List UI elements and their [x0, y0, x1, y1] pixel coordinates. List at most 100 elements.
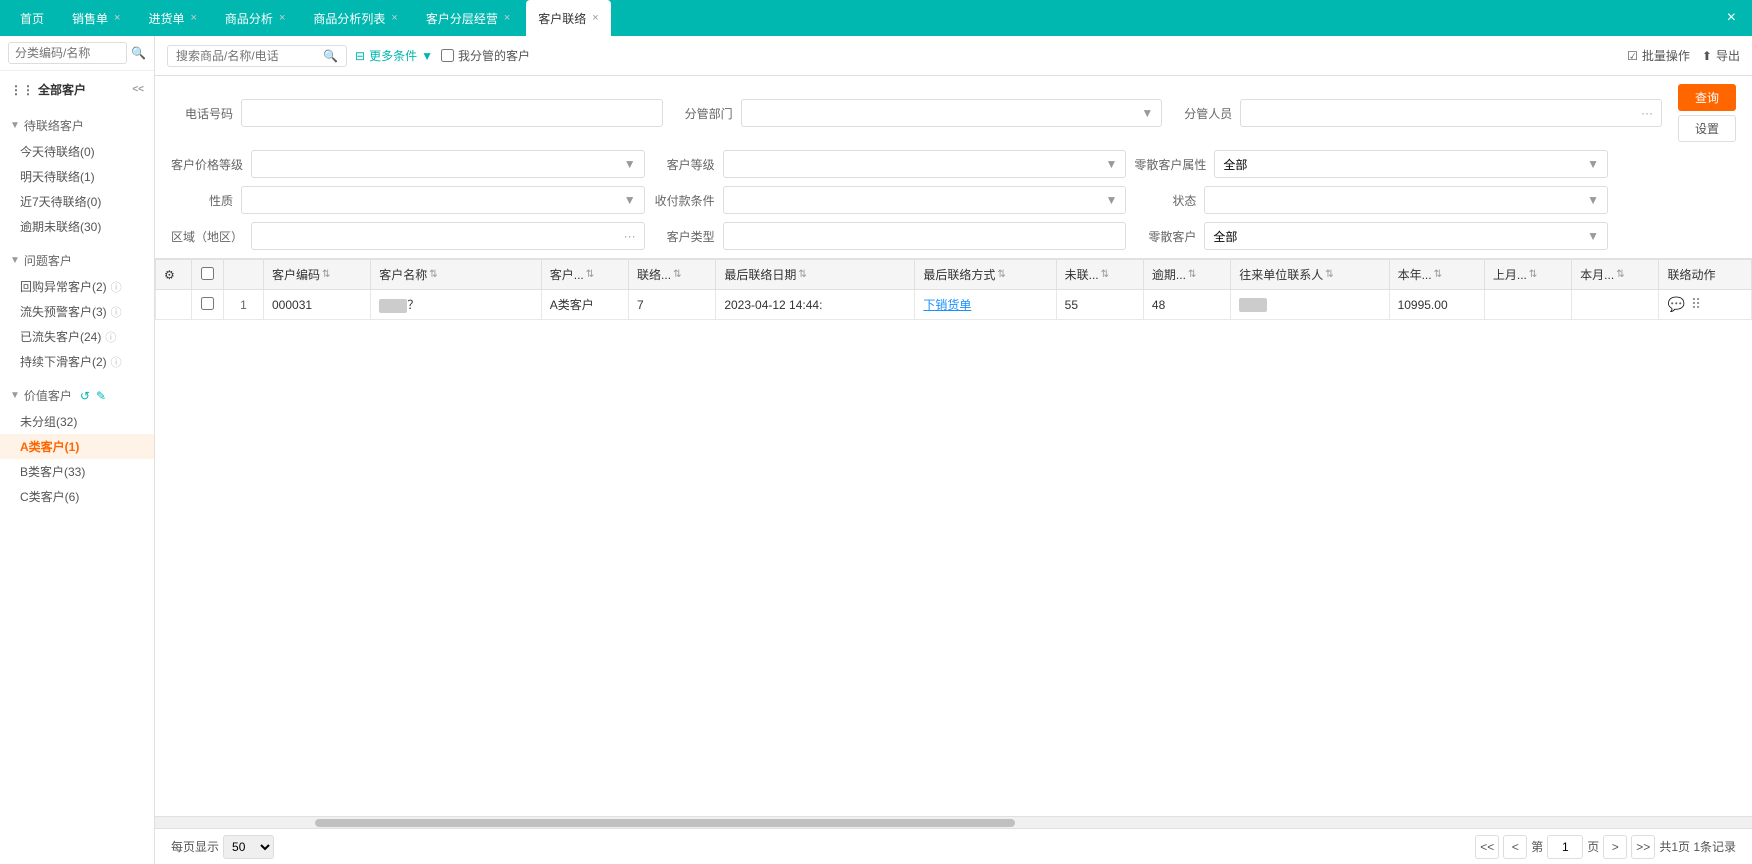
col-contact[interactable]: 联络... ⇅: [629, 260, 716, 290]
page-next-btn[interactable]: >: [1603, 835, 1627, 859]
sidebar-item-ungrouped[interactable]: 未分组(32): [0, 409, 154, 434]
tab-customer-segment[interactable]: 客户分层经营 ×: [414, 0, 522, 36]
sidebar-item-overdue[interactable]: 逾期未联络(30): [0, 214, 154, 239]
sidebar-item-week[interactable]: 近7天待联络(0): [0, 189, 154, 214]
sidebar-item-continuous-decline[interactable]: 持续下滑客户(2) ⓘ: [0, 349, 154, 374]
close-window-btn[interactable]: ×: [1719, 9, 1744, 27]
all-customers-header[interactable]: ⋮⋮ 全部客户 <<: [0, 75, 154, 104]
my-customer-checkbox-label[interactable]: 我分管的客户: [441, 47, 530, 64]
close-tab-purchase[interactable]: ×: [190, 12, 196, 24]
filter-retail-attr-select[interactable]: 全部 ▼: [1214, 150, 1608, 178]
qr-icon[interactable]: ⠿: [1691, 296, 1701, 313]
last-contact-link[interactable]: 下销货单: [923, 298, 971, 312]
tab-home[interactable]: 首页: [8, 0, 56, 36]
page-last-btn[interactable]: >>: [1631, 835, 1655, 859]
search-input[interactable]: [176, 49, 323, 63]
col-no-contact[interactable]: 未联... ⇅: [1056, 260, 1143, 290]
col-this-month[interactable]: 本月... ⇅: [1572, 260, 1659, 290]
col-this-year[interactable]: 本年... ⇅: [1389, 260, 1484, 290]
filter-btn[interactable]: ⊟ 更多条件 ▼: [355, 47, 433, 64]
sidebar-item-class-a[interactable]: A类客户(1): [0, 434, 154, 459]
page-size-select[interactable]: 50 100 200: [223, 835, 274, 859]
row-action: 💬 ⠿: [1659, 290, 1752, 320]
filter-price-select[interactable]: ▼: [251, 150, 645, 178]
sidebar-item-churned[interactable]: 已流失客户(24) ⓘ: [0, 324, 154, 349]
value-customers-label[interactable]: ▼ 价值客户 ↺ ✎: [0, 382, 154, 409]
filter-person-input[interactable]: ···: [1240, 99, 1662, 127]
col-settings[interactable]: ⚙: [156, 260, 192, 290]
sidebar-item-churn-risk[interactable]: 流失预警客户(3) ⓘ: [0, 299, 154, 324]
col-last-month[interactable]: 上月... ⇅: [1484, 260, 1571, 290]
filter-payment-select[interactable]: ▼: [723, 186, 1127, 214]
refresh-icon[interactable]: ↺: [80, 389, 90, 403]
sort-icon-name: ⇅: [429, 269, 437, 280]
filter-region-input[interactable]: ···: [251, 222, 645, 250]
filter-retail-select[interactable]: 全部 ▼: [1204, 222, 1608, 250]
col-code[interactable]: 客户编码 ⇅: [264, 260, 371, 290]
row-index: 1: [224, 290, 264, 320]
row-contact: 7: [629, 290, 716, 320]
col-checkbox[interactable]: [192, 260, 224, 290]
filter-customer-type-label: 客户类型: [653, 228, 723, 245]
sidebar-item-class-c[interactable]: C类客户(6): [0, 484, 154, 509]
tab-goods-analysis[interactable]: 商品分析 ×: [213, 0, 297, 36]
sidebar-search-icon[interactable]: 🔍: [131, 46, 146, 60]
edit-icon[interactable]: ✎: [96, 389, 106, 403]
filter-status-select[interactable]: ▼: [1204, 186, 1608, 214]
tab-purchase[interactable]: 进货单 ×: [136, 0, 208, 36]
filter-dept: 分管部门 ▼: [671, 99, 1163, 127]
filter-customer-type-input[interactable]: [723, 222, 1127, 250]
table-row: 1 000031 ？ A类客户 7 2023-04-12 14:44: 下销货单…: [156, 290, 1752, 320]
filter-customer-level-select[interactable]: ▼: [723, 150, 1127, 178]
pending-contact-label[interactable]: ▼ 待联络客户: [0, 112, 154, 139]
page-first-btn[interactable]: <<: [1475, 835, 1499, 859]
problem-customers-label[interactable]: ▼ 问题客户: [0, 247, 154, 274]
col-type[interactable]: 客户... ⇅: [541, 260, 628, 290]
my-customer-checkbox[interactable]: [441, 49, 454, 62]
horizontal-scrollbar[interactable]: [155, 816, 1752, 828]
col-company-contact[interactable]: 往来单位联系人 ⇅: [1231, 260, 1389, 290]
search-icon[interactable]: 🔍: [323, 49, 338, 63]
name-masked-block: [379, 299, 407, 313]
sidebar-item-repeat-abnormal[interactable]: 回购异常客户(2) ⓘ: [0, 274, 154, 299]
filter-nature-select[interactable]: ▼: [241, 186, 645, 214]
col-name[interactable]: 客户名称 ⇅: [371, 260, 542, 290]
sidebar-search-input[interactable]: [8, 42, 127, 64]
close-tab-customer-segment[interactable]: ×: [504, 12, 510, 24]
tab-customer-contact[interactable]: 客户联络 ×: [526, 0, 610, 36]
close-tab-goods-analysis[interactable]: ×: [279, 12, 285, 24]
filter-panel: 电话号码 分管部门 ▼ 分管人员 ··· 查询: [155, 76, 1752, 259]
page-prev-btn[interactable]: <: [1503, 835, 1527, 859]
tab-goods-analysis-list[interactable]: 商品分析列表 ×: [301, 0, 409, 36]
sidebar-item-class-b[interactable]: B类客户(33): [0, 459, 154, 484]
collapse-icon[interactable]: <<: [132, 84, 144, 95]
value-customers-group: ▼ 价值客户 ↺ ✎ 未分组(32) A类客户(1) B类客户(33) C类客户…: [0, 378, 154, 513]
query-btn[interactable]: 查询: [1678, 84, 1736, 111]
tab-sales[interactable]: 销售单 ×: [60, 0, 132, 36]
scrollbar-thumb[interactable]: [315, 819, 1015, 827]
col-overdue[interactable]: 逾期... ⇅: [1143, 260, 1230, 290]
batch-operation-btn[interactable]: ☑ 批量操作: [1627, 47, 1690, 64]
col-last-contact-date[interactable]: 最后联络日期 ⇅: [716, 260, 915, 290]
select-all-checkbox[interactable]: [201, 267, 214, 280]
col-last-contact-method[interactable]: 最后联络方式 ⇅: [915, 260, 1056, 290]
row-checkbox[interactable]: [192, 290, 224, 320]
setting-btn[interactable]: 设置: [1678, 115, 1736, 142]
row-last-contact-date: 2023-04-12 14:44:: [716, 290, 915, 320]
close-tab-goods-analysis-list[interactable]: ×: [391, 12, 397, 24]
page-number-input[interactable]: [1547, 835, 1583, 859]
sidebar-item-tomorrow[interactable]: 明天待联络(1): [0, 164, 154, 189]
close-tab-customer-contact[interactable]: ×: [592, 12, 598, 24]
row-select-checkbox[interactable]: [201, 297, 214, 310]
arrow-icon-3: ▼: [10, 390, 20, 401]
close-tab-sales[interactable]: ×: [114, 12, 120, 24]
export-icon: ⬆: [1702, 49, 1712, 63]
filter-dept-select[interactable]: ▼: [741, 99, 1163, 127]
filter-phone-input[interactable]: [241, 99, 663, 127]
export-btn[interactable]: ⬆ 导出: [1702, 47, 1740, 64]
filter-person-label: 分管人员: [1170, 105, 1240, 122]
sort-icon-this-year: ⇅: [1434, 269, 1442, 280]
page-size-area: 每页显示 50 100 200: [171, 835, 274, 859]
chat-icon[interactable]: 💬: [1667, 296, 1684, 313]
sidebar-item-today[interactable]: 今天待联络(0): [0, 139, 154, 164]
